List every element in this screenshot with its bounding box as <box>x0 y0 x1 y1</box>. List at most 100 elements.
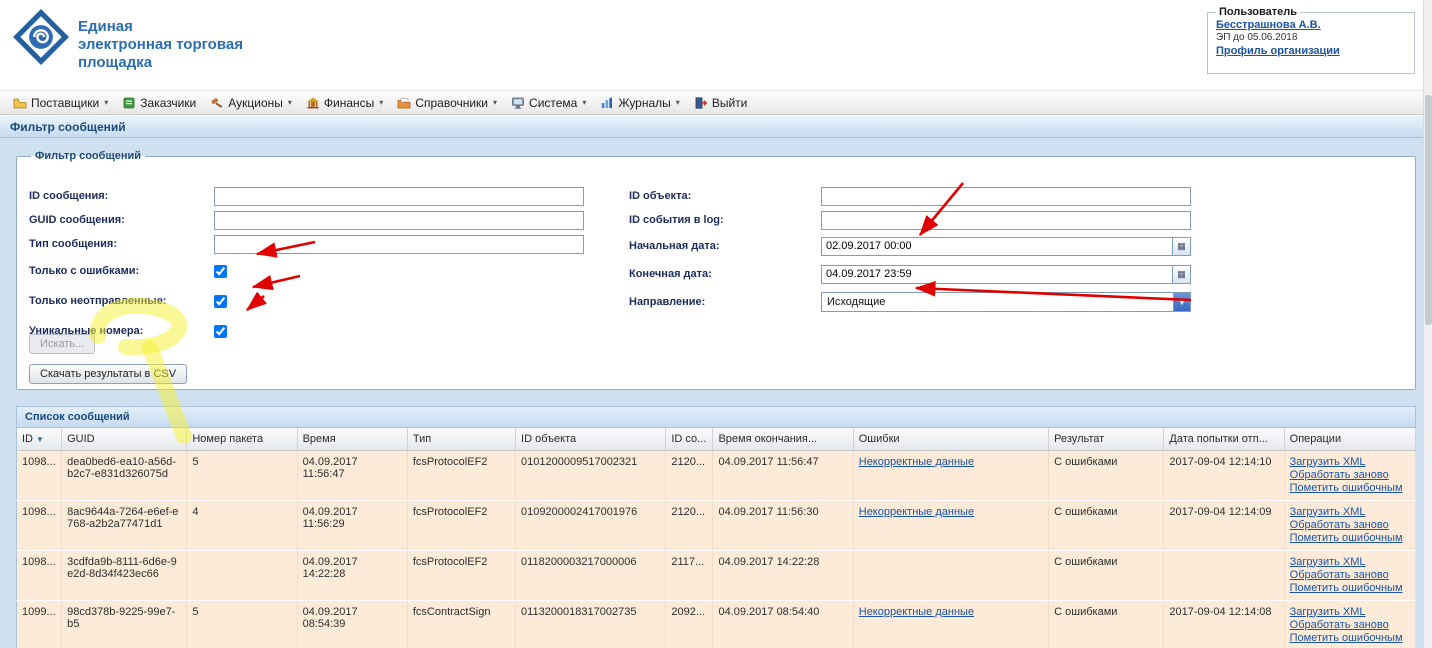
error-details-link[interactable]: Некорректные данные <box>859 606 974 618</box>
field-label: Начальная дата: <box>629 240 720 252</box>
direction-select[interactable]: Исходящие ▼ <box>821 292 1191 312</box>
filter-panel: Фильтр сообщений ID сообщения: GUID сооб… <box>16 150 1416 390</box>
only-errors-checkbox[interactable] <box>214 264 227 278</box>
cell-time: 04.09.2017 11:56:47 <box>297 450 408 501</box>
reprocess-link[interactable]: Обработать заново <box>1290 619 1410 632</box>
mark-erroneous-link[interactable]: Пометить ошибочным <box>1290 482 1410 495</box>
col-attempt-date-header[interactable]: Дата попытки отп... <box>1163 428 1285 451</box>
org-profile-link[interactable]: Профиль организации <box>1216 45 1406 57</box>
field-label: Направление: <box>629 296 706 308</box>
cell-guid: 98cd378b-9225-99e7-b5 <box>61 600 188 648</box>
field-label: ID сообщения: <box>29 190 109 202</box>
menu-item-directories[interactable]: Справочники ▾ <box>390 94 504 112</box>
form-row: Направление: Исходящие ▼ <box>629 288 1219 316</box>
cell-operations: Загрузить XML Обработать заново Пометить… <box>1284 500 1417 551</box>
mark-erroneous-link[interactable]: Пометить ошибочным <box>1290 532 1410 545</box>
filter-right-column: ID объекта: ID события в log: Начальная … <box>629 184 1219 316</box>
col-id-header[interactable]: ID ▼ <box>16 428 63 451</box>
vertical-scrollbar[interactable] <box>1423 0 1432 648</box>
col-package-header[interactable]: Номер пакета <box>186 428 298 451</box>
table-row[interactable]: 1098... 8ac9644a-7264-e6ef-e768-a2b2a774… <box>16 500 1417 551</box>
error-details-link[interactable]: Некорректные данные <box>859 456 974 468</box>
cell-attempt-date: 2017-09-04 12:14:10 <box>1163 450 1285 501</box>
scrollbar-thumb[interactable] <box>1425 95 1432 325</box>
load-xml-link[interactable]: Загрузить XML <box>1290 506 1410 519</box>
brand-line: электронная торговая <box>78 36 243 53</box>
cell-result: С ошибками <box>1048 600 1165 648</box>
start-date-input[interactable] <box>821 236 1173 256</box>
cell-errors: Некорректные данные <box>853 450 1050 501</box>
table-row[interactable]: 1098... 3cdfda9b-8111-6d6e-9e2d-8d34f423… <box>16 550 1417 601</box>
only-unsent-checkbox[interactable] <box>214 294 227 308</box>
exit-door-icon <box>694 96 708 110</box>
filter-left-column: ID сообщения: GUID сообщения: Тип сообще… <box>29 184 629 346</box>
reprocess-link[interactable]: Обработать заново <box>1290 469 1410 482</box>
calendar-icon[interactable]: ▦ <box>1173 264 1191 284</box>
reprocess-link[interactable]: Обработать заново <box>1290 569 1410 582</box>
cell-result: С ошибками <box>1048 550 1165 601</box>
menu-item-label: Система <box>529 95 578 110</box>
cell-time: 04.09.2017 11:56:29 <box>297 500 408 551</box>
menu-item-label: Журналы <box>618 95 671 110</box>
form-row: Тип сообщения: <box>29 232 629 256</box>
col-guid-header[interactable]: GUID <box>61 428 188 451</box>
col-errors-header[interactable]: Ошибки <box>853 428 1050 451</box>
bank-icon <box>306 96 320 110</box>
message-id-input[interactable] <box>214 186 584 206</box>
col-result-header[interactable]: Результат <box>1048 428 1165 451</box>
end-date-input[interactable] <box>821 264 1173 284</box>
col-end-time-header[interactable]: Время окончания... <box>712 428 854 451</box>
menu-item-label: Финансы <box>323 95 375 110</box>
menu-item-system[interactable]: Система ▾ <box>504 94 593 112</box>
menu-item-finance[interactable]: Финансы ▾ <box>299 94 390 112</box>
user-panel: Пользователь Бесстрашнова А.В. ЭП до 05.… <box>1207 6 1415 74</box>
mark-erroneous-link[interactable]: Пометить ошибочным <box>1290 632 1410 645</box>
journals-chart-icon <box>600 96 614 110</box>
menu-item-label: Выйти <box>711 95 748 110</box>
cell-operations: Загрузить XML Обработать заново Пометить… <box>1284 550 1417 601</box>
menu-item-label: Справочники <box>415 95 489 110</box>
col-event-id-header[interactable]: ID со... <box>665 428 714 451</box>
menu-item-logout[interactable]: Выйти <box>687 94 755 112</box>
user-name-link[interactable]: Бесстрашнова А.В. <box>1216 19 1406 31</box>
field-label: Тип сообщения: <box>29 238 117 250</box>
unique-numbers-checkbox[interactable] <box>214 324 227 338</box>
system-monitor-icon <box>511 96 525 110</box>
message-type-input[interactable] <box>214 234 584 254</box>
cell-package <box>186 550 298 601</box>
menu-item-suppliers[interactable]: Поставщики ▾ <box>6 94 115 112</box>
load-xml-link[interactable]: Загрузить XML <box>1290 456 1410 469</box>
cert-validity: ЭП до 05.06.2018 <box>1216 32 1298 43</box>
message-guid-input[interactable] <box>214 210 584 230</box>
load-xml-link[interactable]: Загрузить XML <box>1290 606 1410 619</box>
error-details-link[interactable]: Некорректные данные <box>859 506 974 518</box>
menu-item-customers[interactable]: Заказчики <box>115 94 203 112</box>
menu-item-label: Поставщики <box>31 95 100 110</box>
menu-item-auctions[interactable]: Аукционы ▾ <box>203 94 299 112</box>
col-time-header[interactable]: Время <box>297 428 408 451</box>
col-type-header[interactable]: Тип <box>407 428 517 451</box>
calendar-icon[interactable]: ▦ <box>1173 236 1191 256</box>
customers-icon <box>122 96 136 110</box>
download-csv-button[interactable]: Скачать результаты в CSV <box>29 364 188 384</box>
cell-operations: Загрузить XML Обработать заново Пометить… <box>1284 600 1417 648</box>
table-row[interactable]: 1099... 98cd378b-9225-99e7-b5 5 04.09.20… <box>16 600 1417 648</box>
cell-type: fcsProtocolEF2 <box>407 550 517 601</box>
log-event-id-input[interactable] <box>821 210 1191 230</box>
cell-object-id: 0109200002417001976 <box>515 500 667 551</box>
form-row: GUID сообщения: <box>29 208 629 232</box>
messages-list-panel: Список сообщений ID ▼ GUID Номер пакета В… <box>16 406 1417 648</box>
site-header: Единая электронная торговая площадка Пол… <box>0 0 1423 90</box>
cell-guid: dea0bed6-ea10-a56d-b2c7-e831d326075d <box>61 450 188 501</box>
col-operations-header[interactable]: Операции <box>1284 428 1417 451</box>
col-object-id-header[interactable]: ID объекта <box>515 428 667 451</box>
reprocess-link[interactable]: Обработать заново <box>1290 519 1410 532</box>
brand-title: Единая электронная торговая площадка <box>78 18 243 72</box>
load-xml-link[interactable]: Загрузить XML <box>1290 556 1410 569</box>
search-button[interactable]: Искать... <box>29 334 96 354</box>
cell-time: 04.09.2017 14:22:28 <box>297 550 408 601</box>
mark-erroneous-link[interactable]: Пометить ошибочным <box>1290 582 1410 595</box>
table-row[interactable]: 1098... dea0bed6-ea10-a56d-b2c7-e831d326… <box>16 450 1417 501</box>
menu-item-journals[interactable]: Журналы ▾ <box>593 94 686 112</box>
object-id-input[interactable] <box>821 186 1191 206</box>
